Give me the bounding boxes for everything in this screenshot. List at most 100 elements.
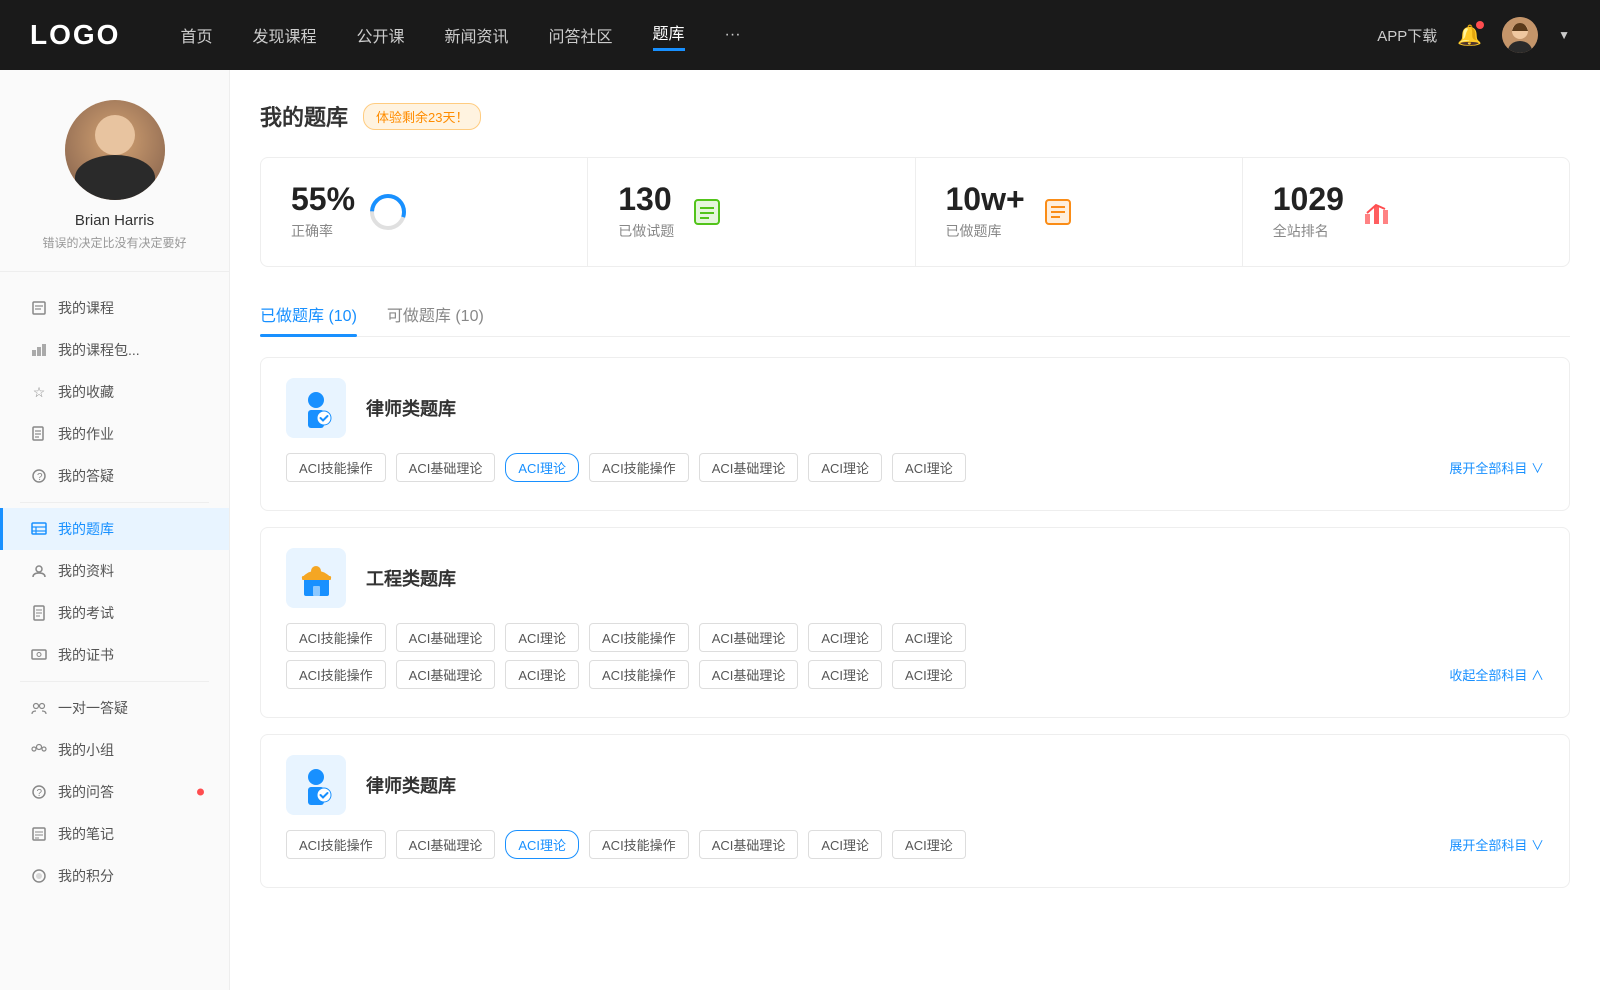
tag-1-5[interactable]: ACI理论 — [808, 453, 882, 482]
sidebar-menu: 我的课程 我的课程包... ☆ 我的收藏 我的作业 ? — [0, 272, 229, 912]
tab-available[interactable]: 可做题库 (10) — [387, 292, 484, 336]
nav-more[interactable]: ··· — [725, 26, 741, 44]
tag-3-4[interactable]: ACI基础理论 — [699, 830, 799, 859]
stat-ranking-value: 1029 — [1273, 183, 1344, 215]
collapse-btn-2[interactable]: 收起全部科目 ∧ — [1449, 665, 1544, 684]
tabs: 已做题库 (10) 可做题库 (10) — [260, 292, 1570, 337]
myquestions-icon: ? — [30, 783, 48, 801]
bank-card-engineer: 工程类题库 ACI技能操作 ACI基础理论 ACI理论 ACI技能操作 ACI基… — [260, 527, 1570, 718]
stat-banks-value-block: 10w+ 已做题库 — [946, 183, 1025, 241]
tag-2b-1[interactable]: ACI基础理论 — [396, 660, 496, 689]
app-download-button[interactable]: APP下载 — [1377, 25, 1437, 46]
questions-list-icon — [689, 194, 725, 230]
sidebar-item-mycourse[interactable]: 我的课程 — [0, 287, 229, 329]
sidebar-label-myquestions: 我的问答 — [58, 782, 114, 802]
svg-text:?: ? — [37, 472, 43, 483]
tag-2b-4[interactable]: ACI基础理论 — [699, 660, 799, 689]
tag-3-6[interactable]: ACI理论 — [892, 830, 966, 859]
avatar[interactable] — [1502, 17, 1538, 53]
tag-3-0[interactable]: ACI技能操作 — [286, 830, 386, 859]
sidebar-item-myquestionbank[interactable]: 我的题库 — [0, 508, 229, 550]
bank-card-header-1: 律师类题库 — [286, 378, 1544, 438]
stat-accuracy-value: 55% — [291, 183, 355, 215]
nav-menu: 首页 发现课程 公开课 新闻资讯 问答社区 题库 ··· — [180, 20, 1377, 51]
sidebar-item-mynotes[interactable]: 我的笔记 — [0, 813, 229, 855]
sidebar-item-myqa[interactable]: ? 我的答疑 — [0, 455, 229, 497]
notification-bell-icon[interactable]: 🔔 — [1457, 23, 1482, 48]
tag-2a-4[interactable]: ACI基础理论 — [699, 623, 799, 652]
stat-ranking-value-block: 1029 全站排名 — [1273, 183, 1344, 241]
sidebar-label-myfavorites: 我的收藏 — [58, 382, 114, 402]
myexam-icon — [30, 604, 48, 622]
expand-btn-1[interactable]: 展开全部科目 ∨ — [1449, 458, 1544, 477]
stat-questions-value: 130 — [618, 183, 674, 215]
tag-2b-5[interactable]: ACI理论 — [808, 660, 882, 689]
nav-discover[interactable]: 发现课程 — [252, 23, 316, 47]
tag-1-6[interactable]: ACI理论 — [892, 453, 966, 482]
sidebar-item-myhomework[interactable]: 我的作业 — [0, 413, 229, 455]
lawyer-bank-icon — [286, 378, 346, 438]
tag-2b-6[interactable]: ACI理论 — [892, 660, 966, 689]
banks-file-icon — [1040, 194, 1076, 230]
stats-row: 55% 正确率 130 已做试题 — [260, 157, 1570, 267]
tag-2a-0[interactable]: ACI技能操作 — [286, 623, 386, 652]
sidebar-item-onetoone[interactable]: 一对一答疑 — [0, 687, 229, 729]
page-header: 我的题库 体验剩余23天！ — [260, 100, 1570, 132]
tag-2a-6[interactable]: ACI理论 — [892, 623, 966, 652]
avatar-svg — [1502, 17, 1538, 53]
user-name: Brian Harris — [75, 212, 154, 229]
tag-1-3[interactable]: ACI技能操作 — [589, 453, 689, 482]
mynotes-icon — [30, 825, 48, 843]
stat-questions-value-block: 130 已做试题 — [618, 183, 674, 241]
bank-card-header-3: 律师类题库 — [286, 755, 1544, 815]
sidebar-item-mypackage[interactable]: 我的课程包... — [0, 329, 229, 371]
page-title: 我的题库 — [260, 100, 348, 132]
myquestionbank-icon — [30, 520, 48, 538]
sidebar-item-myfavorites[interactable]: ☆ 我的收藏 — [0, 371, 229, 413]
tag-3-1[interactable]: ACI基础理论 — [396, 830, 496, 859]
stat-ranking: 1029 全站排名 — [1243, 158, 1569, 266]
tag-2a-1[interactable]: ACI基础理论 — [396, 623, 496, 652]
tag-2b-3[interactable]: ACI技能操作 — [589, 660, 689, 689]
sidebar-item-myquestions[interactable]: ? 我的问答 — [0, 771, 229, 813]
tag-1-2[interactable]: ACI理论 — [505, 453, 579, 482]
tag-2a-5[interactable]: ACI理论 — [808, 623, 882, 652]
nav-questionbank[interactable]: 题库 — [653, 20, 685, 51]
divider-1 — [20, 502, 209, 503]
mypackage-icon — [30, 341, 48, 359]
tags-row-1: ACI技能操作 ACI基础理论 ACI理论 ACI技能操作 ACI基础理论 AC… — [286, 453, 1544, 482]
tag-3-2[interactable]: ACI理论 — [505, 830, 579, 859]
bank-name-2: 工程类题库 — [366, 565, 456, 591]
tag-1-0[interactable]: ACI技能操作 — [286, 453, 386, 482]
mygroup-icon — [30, 741, 48, 759]
sidebar-item-mypoints[interactable]: 我的积分 — [0, 855, 229, 897]
sidebar-label-mypackage: 我的课程包... — [58, 340, 140, 360]
tag-3-5[interactable]: ACI理论 — [808, 830, 882, 859]
bank-card-header-2: 工程类题库 — [286, 548, 1544, 608]
expand-btn-3[interactable]: 展开全部科目 ∨ — [1449, 835, 1544, 854]
sidebar-label-mycert: 我的证书 — [58, 645, 114, 665]
tag-2a-2[interactable]: ACI理论 — [505, 623, 579, 652]
nav-qa[interactable]: 问答社区 — [549, 23, 613, 47]
tag-1-4[interactable]: ACI基础理论 — [699, 453, 799, 482]
user-dropdown-arrow[interactable]: ▼ — [1558, 28, 1570, 42]
lawyer-bank-icon-2 — [286, 755, 346, 815]
nav-home[interactable]: 首页 — [180, 23, 212, 47]
stat-accuracy-label: 正确率 — [291, 221, 355, 241]
tags-row-3: ACI技能操作 ACI基础理论 ACI理论 ACI技能操作 ACI基础理论 AC… — [286, 830, 1544, 859]
tag-1-1[interactable]: ACI基础理论 — [396, 453, 496, 482]
tag-2a-3[interactable]: ACI技能操作 — [589, 623, 689, 652]
sidebar: Brian Harris 错误的决定比没有决定要好 我的课程 我的课程包... … — [0, 70, 230, 990]
nav-news[interactable]: 新闻资讯 — [445, 23, 509, 47]
accuracy-chart-icon — [370, 194, 406, 230]
sidebar-item-mygroup[interactable]: 我的小组 — [0, 729, 229, 771]
tab-done[interactable]: 已做题库 (10) — [260, 292, 357, 336]
sidebar-label-myexam: 我的考试 — [58, 603, 114, 623]
tag-2b-0[interactable]: ACI技能操作 — [286, 660, 386, 689]
sidebar-item-myprofile[interactable]: 我的资料 — [0, 550, 229, 592]
sidebar-item-mycert[interactable]: 我的证书 — [0, 634, 229, 676]
tag-3-3[interactable]: ACI技能操作 — [589, 830, 689, 859]
tag-2b-2[interactable]: ACI理论 — [505, 660, 579, 689]
nav-opencourse[interactable]: 公开课 — [356, 23, 404, 47]
sidebar-item-myexam[interactable]: 我的考试 — [0, 592, 229, 634]
